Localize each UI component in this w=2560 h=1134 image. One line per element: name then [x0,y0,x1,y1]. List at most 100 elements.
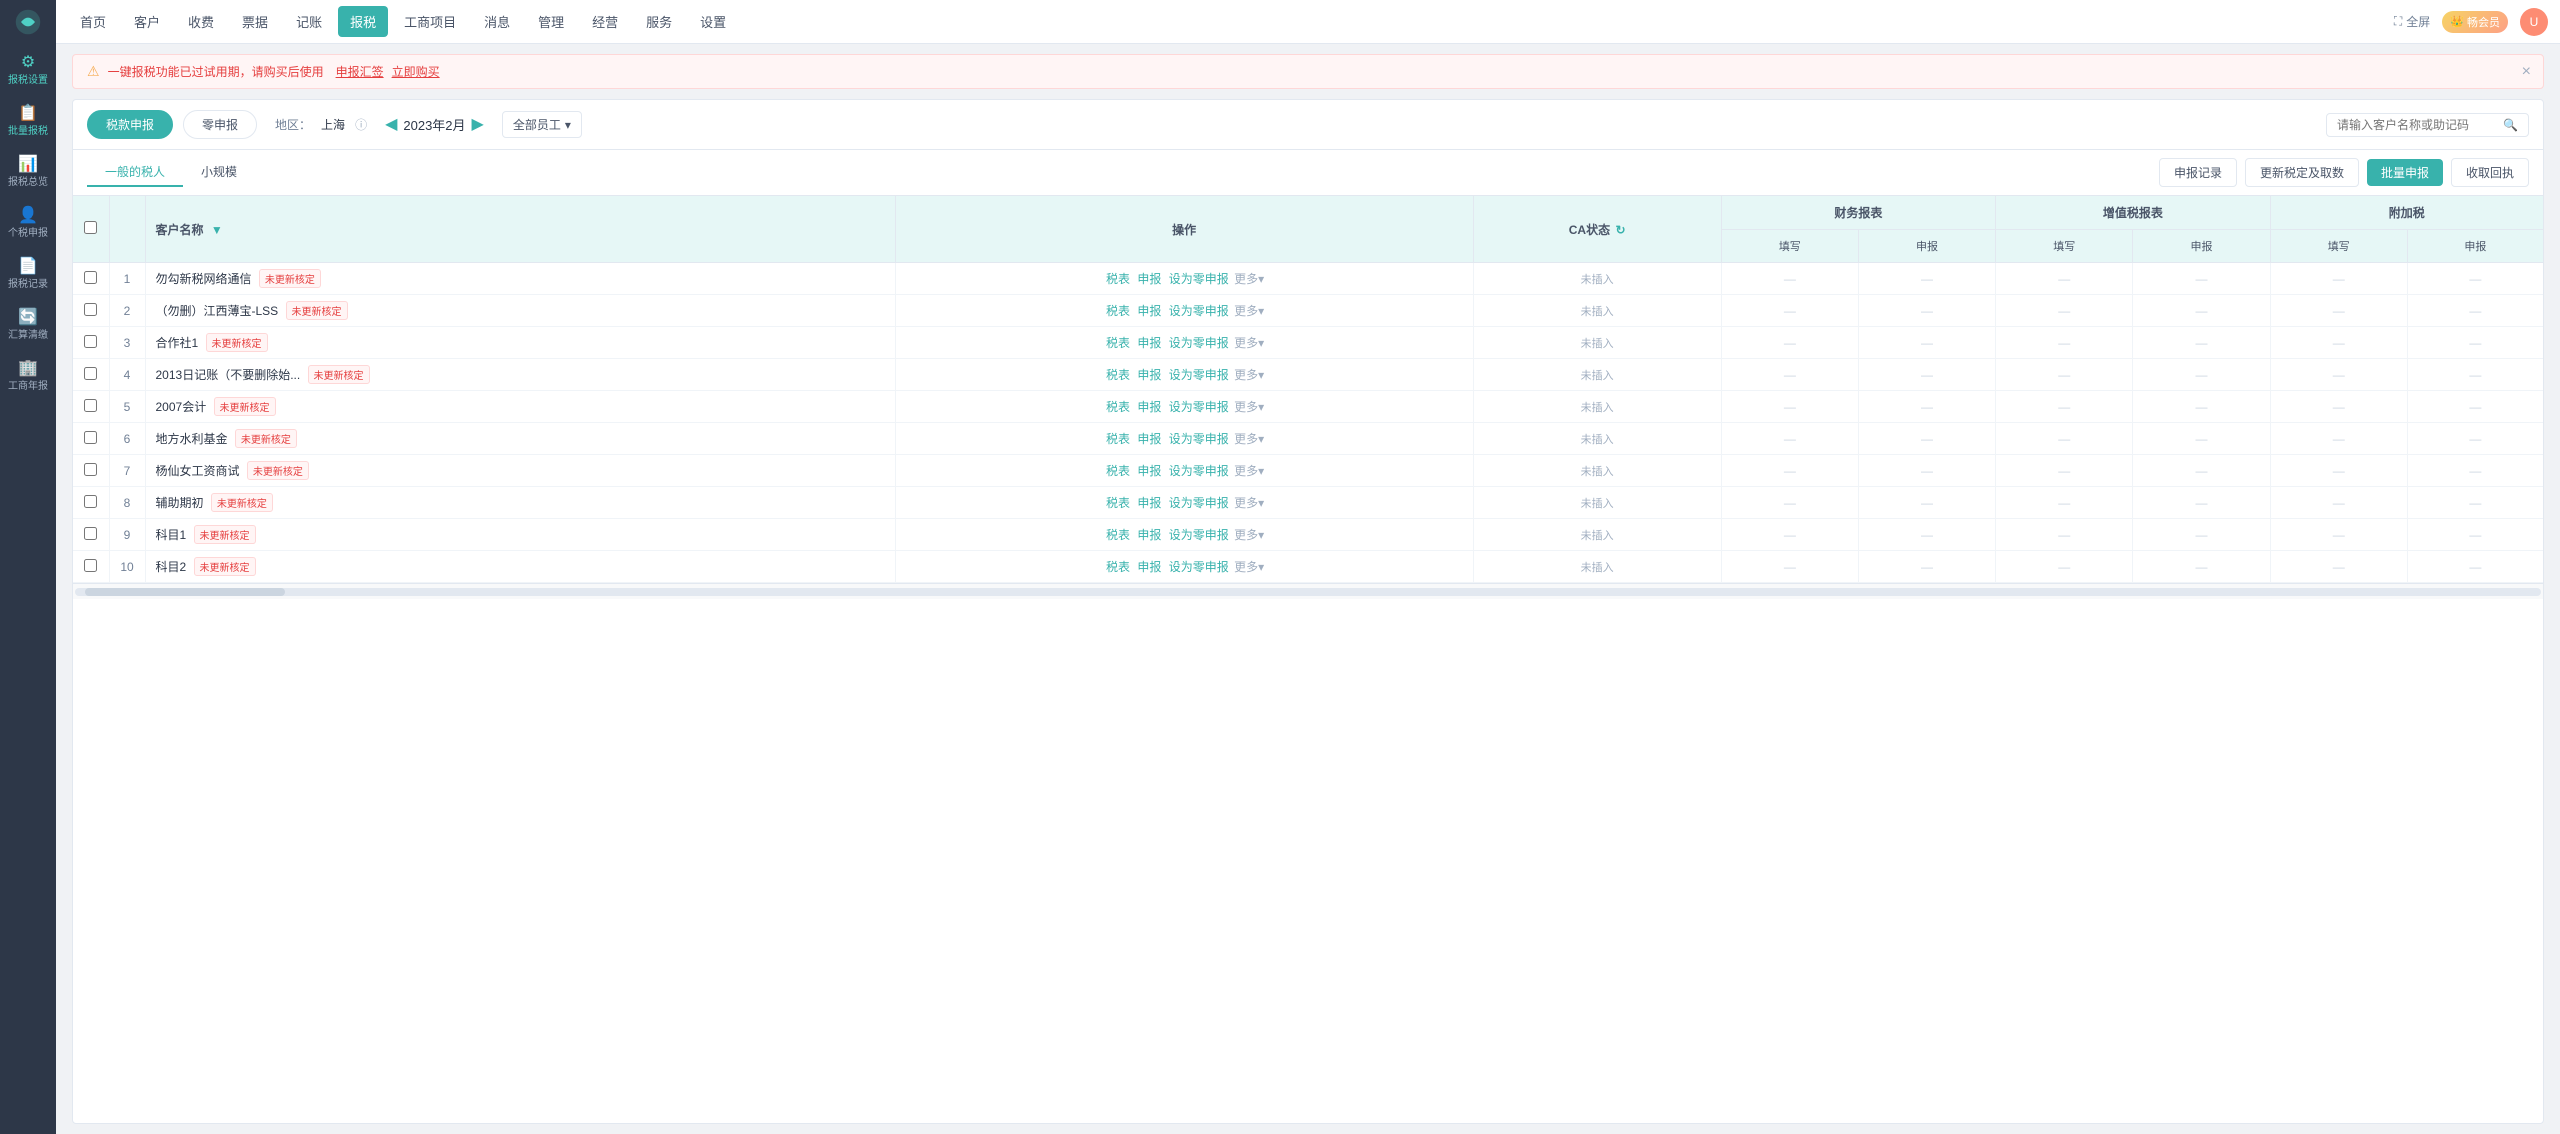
batch-declare-button[interactable]: 批量申报 [2367,159,2443,186]
month-prev-button[interactable]: ◀ [385,117,397,133]
horizontal-scrollbar[interactable] [73,583,2543,599]
op-more[interactable]: 更多▾ [1234,496,1264,510]
nav-accounting[interactable]: 记账 [284,6,334,37]
sidebar-item-batch-tax[interactable]: 📋 批量报税 [0,95,56,146]
nav-commerce[interactable]: 工商项目 [392,6,468,37]
notice-link-declare[interactable]: 申报汇签 [336,63,384,80]
op-zero-declare[interactable]: 设为零申报 [1169,496,1229,510]
op-tax-form[interactable]: 税表 [1106,336,1130,350]
row-checkbox[interactable] [84,271,97,284]
op-more[interactable]: 更多▾ [1234,528,1264,542]
op-more[interactable]: 更多▾ [1234,272,1264,286]
sub-tab-small[interactable]: 小规模 [183,158,255,187]
op-tax-form[interactable]: 税表 [1106,400,1130,414]
op-declare[interactable]: 申报 [1137,560,1161,574]
op-more[interactable]: 更多▾ [1234,336,1264,350]
nav-clients[interactable]: 客户 [122,6,172,37]
row-checkbox[interactable] [84,367,97,380]
op-declare[interactable]: 申报 [1137,432,1161,446]
op-tax-form[interactable]: 税表 [1106,560,1130,574]
client-name[interactable]: 合作社1 [156,336,199,350]
row-checkbox[interactable] [84,303,97,316]
declare-records-button[interactable]: 申报记录 [2159,158,2237,187]
op-declare[interactable]: 申报 [1137,400,1161,414]
op-zero-declare[interactable]: 设为零申报 [1169,560,1229,574]
client-name[interactable]: 2013日记账（不要删除始... [156,368,301,382]
row-checkbox[interactable] [84,495,97,508]
op-tax-form[interactable]: 税表 [1106,496,1130,510]
notice-close-button[interactable]: × [2522,63,2531,81]
op-more[interactable]: 更多▾ [1234,432,1264,446]
op-tax-form[interactable]: 税表 [1106,272,1130,286]
sort-icon[interactable]: ▼ [211,223,223,237]
op-zero-declare[interactable]: 设为零申报 [1169,464,1229,478]
scrollbar-thumb[interactable] [85,588,285,596]
row-checkbox[interactable] [84,559,97,572]
search-icon[interactable]: 🔍 [2503,118,2518,132]
fullscreen-button[interactable]: ⛶ 全屏 [2394,13,2430,30]
op-declare[interactable]: 申报 [1137,304,1161,318]
op-zero-declare[interactable]: 设为零申报 [1169,400,1229,414]
op-more[interactable]: 更多▾ [1234,560,1264,574]
client-name[interactable]: 科目1 [156,528,187,542]
user-avatar[interactable]: U [2520,8,2548,36]
client-name[interactable]: 杨仙女工资商试 [156,464,240,478]
row-checkbox[interactable] [84,431,97,444]
op-zero-declare[interactable]: 设为零申报 [1169,432,1229,446]
select-all-checkbox[interactable] [84,221,97,234]
op-tax-form[interactable]: 税表 [1106,368,1130,382]
nav-invoice[interactable]: 票据 [230,6,280,37]
fetch-receipt-button[interactable]: 收取回执 [2451,158,2529,187]
op-declare[interactable]: 申报 [1137,368,1161,382]
op-more[interactable]: 更多▾ [1234,304,1264,318]
month-next-button[interactable]: ▶ [472,117,484,133]
nav-tax[interactable]: 报税 [338,6,388,37]
nav-messages[interactable]: 消息 [472,6,522,37]
op-zero-declare[interactable]: 设为零申报 [1169,272,1229,286]
member-button[interactable]: 👑 畅会员 [2442,11,2508,33]
update-tax-button[interactable]: 更新税定及取数 [2245,158,2359,187]
op-zero-declare[interactable]: 设为零申报 [1169,528,1229,542]
op-declare[interactable]: 申报 [1137,528,1161,542]
search-input[interactable] [2337,118,2497,132]
op-zero-declare[interactable]: 设为零申报 [1169,336,1229,350]
tab-tax-declare[interactable]: 税款申报 [87,110,173,139]
sidebar-item-tax-overview[interactable]: 📊 报税总览 [0,146,56,197]
sidebar-item-tax-settings[interactable]: ⚙ 报税设置 [0,44,56,95]
op-declare[interactable]: 申报 [1137,272,1161,286]
op-tax-form[interactable]: 税表 [1106,304,1130,318]
nav-operation[interactable]: 经营 [580,6,630,37]
op-tax-form[interactable]: 税表 [1106,464,1130,478]
dept-selector[interactable]: 全部员工 ▾ [502,111,582,138]
nav-settings[interactable]: 设置 [688,6,738,37]
op-zero-declare[interactable]: 设为零申报 [1169,368,1229,382]
nav-billing[interactable]: 收费 [176,6,226,37]
info-icon[interactable]: ⓘ [355,116,367,133]
op-declare[interactable]: 申报 [1137,464,1161,478]
sidebar-item-annual-report[interactable]: 🏢 工商年报 [0,350,56,401]
client-name[interactable]: 2007会计 [156,400,207,414]
nav-home[interactable]: 首页 [68,6,118,37]
op-more[interactable]: 更多▾ [1234,368,1264,382]
client-name[interactable]: 科目2 [156,560,187,574]
op-declare[interactable]: 申报 [1137,336,1161,350]
sidebar-item-annual-settle[interactable]: 🔄 汇算清缴 [0,299,56,350]
sub-tab-general[interactable]: 一般的税人 [87,158,183,187]
notice-link-buy[interactable]: 立即购买 [392,63,440,80]
refresh-icon[interactable]: ↻ [1615,223,1625,237]
op-tax-form[interactable]: 税表 [1106,432,1130,446]
sidebar-item-tax-records[interactable]: 📄 报税记录 [0,248,56,299]
client-name[interactable]: 勿勾新税网络通信 [156,272,252,286]
sidebar-item-personal-tax[interactable]: 👤 个税申报 [0,197,56,248]
op-more[interactable]: 更多▾ [1234,464,1264,478]
row-checkbox[interactable] [84,399,97,412]
op-more[interactable]: 更多▾ [1234,400,1264,414]
client-name[interactable]: （勿删）江西薄宝-LSS [156,304,279,318]
nav-service[interactable]: 服务 [634,6,684,37]
row-checkbox[interactable] [84,335,97,348]
op-zero-declare[interactable]: 设为零申报 [1169,304,1229,318]
client-name[interactable]: 地方水利基金 [156,432,228,446]
tab-zero-declare[interactable]: 零申报 [183,110,257,139]
op-declare[interactable]: 申报 [1137,496,1161,510]
row-checkbox[interactable] [84,463,97,476]
